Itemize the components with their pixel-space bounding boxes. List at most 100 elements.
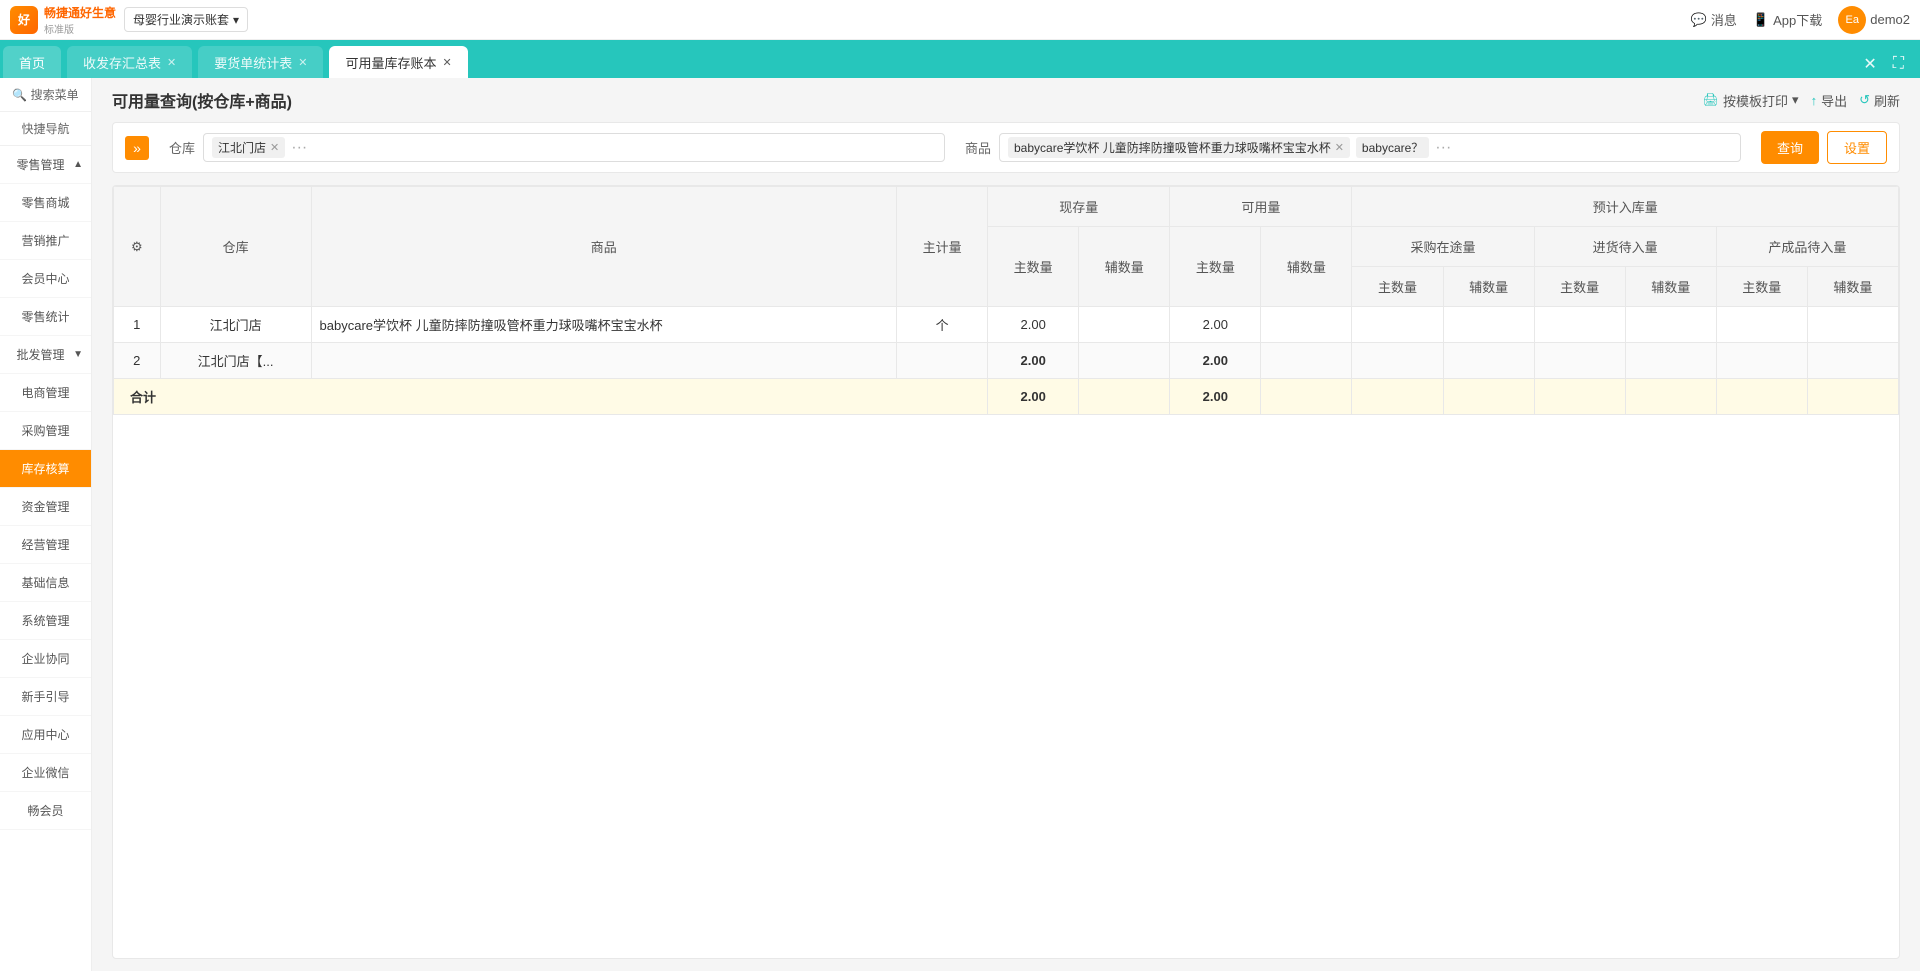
cell-avail-aux-2 <box>1261 343 1352 379</box>
cell-purchase-main-2 <box>1352 343 1443 379</box>
app-download-button[interactable]: 📱 App下载 <box>1753 10 1822 29</box>
th-warehouse: 仓库 <box>160 187 311 307</box>
cell-produced-aux-2 <box>1807 343 1898 379</box>
print-button[interactable]: 🖨 按模板打印 ▾ <box>1703 91 1799 110</box>
sidebar-item-retail-store[interactable]: 零售商城 <box>0 184 91 222</box>
cell-incoming-aux-1 <box>1625 307 1716 343</box>
sidebar-item-enterprise-wechat[interactable]: 企业微信 <box>0 754 91 792</box>
sidebar-item-zero-retail-label: 零售管理 <box>8 156 73 173</box>
tab-home[interactable]: 首页 <box>3 46 61 78</box>
cell-avail-main-1: 2.00 <box>1170 307 1261 343</box>
sidebar-item-app-center-label: 应用中心 <box>21 726 69 743</box>
th-incoming-main: 主数量 <box>1534 267 1625 307</box>
cell-current-aux-2 <box>1079 343 1170 379</box>
warehouse-tag-container[interactable]: 江北门店 ✕ ··· <box>203 133 945 162</box>
logo-icon: 好 <box>10 6 38 34</box>
sidebar-item-newbie-label: 新手引导 <box>21 688 69 705</box>
print-dropdown-icon: ▾ <box>1792 92 1799 108</box>
cell-produced-main-1 <box>1716 307 1807 343</box>
table-row: 1 江北门店 babycare学饮杯 儿童防摔防撞吸管杯重力球吸嘴杯宝宝水杯 个… <box>114 307 1899 343</box>
account-dropdown[interactable]: 母婴行业演示账套 ▾ <box>124 7 248 32</box>
sidebar-item-wholesale[interactable]: 批发管理 ▼ <box>0 336 91 374</box>
tab-yaohuo-label: 要货单统计表 <box>214 53 292 72</box>
user-label: demo2 <box>1870 12 1910 27</box>
filter-toggle-icon: » <box>133 140 141 156</box>
cell-seq-1: 1 <box>114 307 161 343</box>
product-tag-1-close-icon[interactable]: ✕ <box>1335 141 1344 154</box>
export-button[interactable]: ↑ 导出 <box>1811 91 1848 110</box>
page-header: 可用量查询(按仓库+商品) 🖨 按模板打印 ▾ ↑ 导出 ↺ 刷新 <box>92 78 1920 122</box>
tab-yaohuo[interactable]: 要货单统计表 ✕ <box>198 46 323 78</box>
query-button[interactable]: 查询 <box>1761 131 1819 164</box>
cell-unit-1: 个 <box>897 307 988 343</box>
user-profile[interactable]: Ea demo2 <box>1838 6 1910 34</box>
chat-button[interactable]: 💬 消息 <box>1691 10 1737 29</box>
sidebar-item-retail-stats[interactable]: 零售统计 <box>0 298 91 336</box>
sidebar-item-enterprise[interactable]: 企业协同 <box>0 640 91 678</box>
sidebar-item-operations[interactable]: 经营管理 <box>0 526 91 564</box>
sidebar-item-system-label: 系统管理 <box>21 612 69 629</box>
cell-current-main-1: 2.00 <box>988 307 1079 343</box>
warehouse-tag-close-icon[interactable]: ✕ <box>270 141 279 154</box>
tab-shoufacun-label: 收发存汇总表 <box>83 53 161 72</box>
sidebar-item-app-center[interactable]: 应用中心 <box>0 716 91 754</box>
sidebar-item-operations-label: 经营管理 <box>21 536 69 553</box>
sidebar-item-finance[interactable]: 资金管理 <box>0 488 91 526</box>
data-table: ⚙ 仓库 商品 主计量 现存量 可用量 预计入库量 主数量 辅数量 主数量 辅数… <box>113 186 1899 415</box>
cell-warehouse-1: 江北门店 <box>160 307 311 343</box>
sidebar-quick-nav[interactable]: 快捷导航 <box>0 112 91 146</box>
warehouse-ellipsis-icon: ··· <box>291 139 307 157</box>
th-settings[interactable]: ⚙ <box>114 187 161 307</box>
footer-purchase-main-total <box>1352 379 1443 415</box>
filter-toggle-button[interactable]: » <box>125 136 149 160</box>
cell-warehouse-2: 江北门店【... <box>160 343 311 379</box>
nav-tabs: 首页 收发存汇总表 ✕ 要货单统计表 ✕ 可用量库存账本 ✕ ✕ ⛶ <box>0 40 1920 78</box>
sidebar-item-finance-label: 资金管理 <box>21 498 69 515</box>
sidebar-item-ecommerce[interactable]: 电商管理 <box>0 374 91 412</box>
sidebar-search[interactable]: 🔍 搜索菜单 <box>0 78 91 112</box>
th-purchase-main: 主数量 <box>1352 267 1443 307</box>
sidebar-item-inventory[interactable]: 库存核算 <box>0 450 91 488</box>
product-tag-container[interactable]: babycare学饮杯 儿童防摔防撞吸管杯重力球吸嘴杯宝宝水杯 ✕ babyca… <box>999 133 1741 162</box>
th-unit: 主计量 <box>897 187 988 307</box>
tab-home-label: 首页 <box>19 53 45 72</box>
cell-incoming-aux-2 <box>1625 343 1716 379</box>
sidebar-item-enterprise-label: 企业协同 <box>21 650 69 667</box>
sidebar-item-vip[interactable]: 畅会员 <box>0 792 91 830</box>
tab-close-all-button[interactable]: ✕ <box>1859 50 1880 78</box>
sidebar-item-purchase[interactable]: 采购管理 <box>0 412 91 450</box>
sidebar-item-wholesale-label: 批发管理 <box>8 346 73 363</box>
sidebar-item-marketing[interactable]: 营销推广 <box>0 222 91 260</box>
sidebar-item-zero-retail[interactable]: 零售管理 ▲ <box>0 146 91 184</box>
cell-produced-main-2 <box>1716 343 1807 379</box>
tab-keyongliang-close-icon[interactable]: ✕ <box>443 56 452 69</box>
tab-shoufacun-close-icon[interactable]: ✕ <box>167 56 176 69</box>
footer-produced-aux-total <box>1807 379 1898 415</box>
sidebar-item-newbie[interactable]: 新手引导 <box>0 678 91 716</box>
sidebar-arrow-icon: ▲ <box>73 159 83 170</box>
sidebar-wholesale-arrow-icon: ▼ <box>73 349 83 360</box>
warehouse-tag-label: 江北门店 <box>218 139 266 156</box>
avatar: Ea <box>1838 6 1866 34</box>
cell-avail-aux-1 <box>1261 307 1352 343</box>
refresh-button[interactable]: ↺ 刷新 <box>1859 91 1900 110</box>
sidebar-item-inventory-label: 库存核算 <box>21 460 69 477</box>
tab-shoufacun[interactable]: 收发存汇总表 ✕ <box>67 46 192 78</box>
product-tag-1: babycare学饮杯 儿童防摔防撞吸管杯重力球吸嘴杯宝宝水杯 ✕ <box>1008 137 1350 158</box>
page-title: 可用量查询(按仓库+商品) <box>112 88 292 112</box>
sidebar-item-retail-stats-label: 零售统计 <box>21 308 69 325</box>
chat-label: 消息 <box>1711 10 1737 29</box>
settings-button[interactable]: 设置 <box>1827 131 1887 164</box>
footer-avail-aux-total <box>1261 379 1352 415</box>
tab-keyongliang[interactable]: 可用量库存账本 ✕ <box>329 46 467 78</box>
filter-actions: 查询 设置 <box>1761 131 1887 164</box>
tab-fullscreen-button[interactable]: ⛶ <box>1889 51 1908 77</box>
warehouse-filter-group: 仓库 江北门店 ✕ ··· <box>169 133 945 162</box>
sidebar-item-member[interactable]: 会员中心 <box>0 260 91 298</box>
sidebar-item-system[interactable]: 系统管理 <box>0 602 91 640</box>
footer-incoming-aux-total <box>1625 379 1716 415</box>
sidebar-item-purchase-label: 采购管理 <box>21 422 69 439</box>
tab-yaohuo-close-icon[interactable]: ✕ <box>298 56 307 69</box>
sidebar-item-basic-info[interactable]: 基础信息 <box>0 564 91 602</box>
footer-incoming-main-total <box>1534 379 1625 415</box>
